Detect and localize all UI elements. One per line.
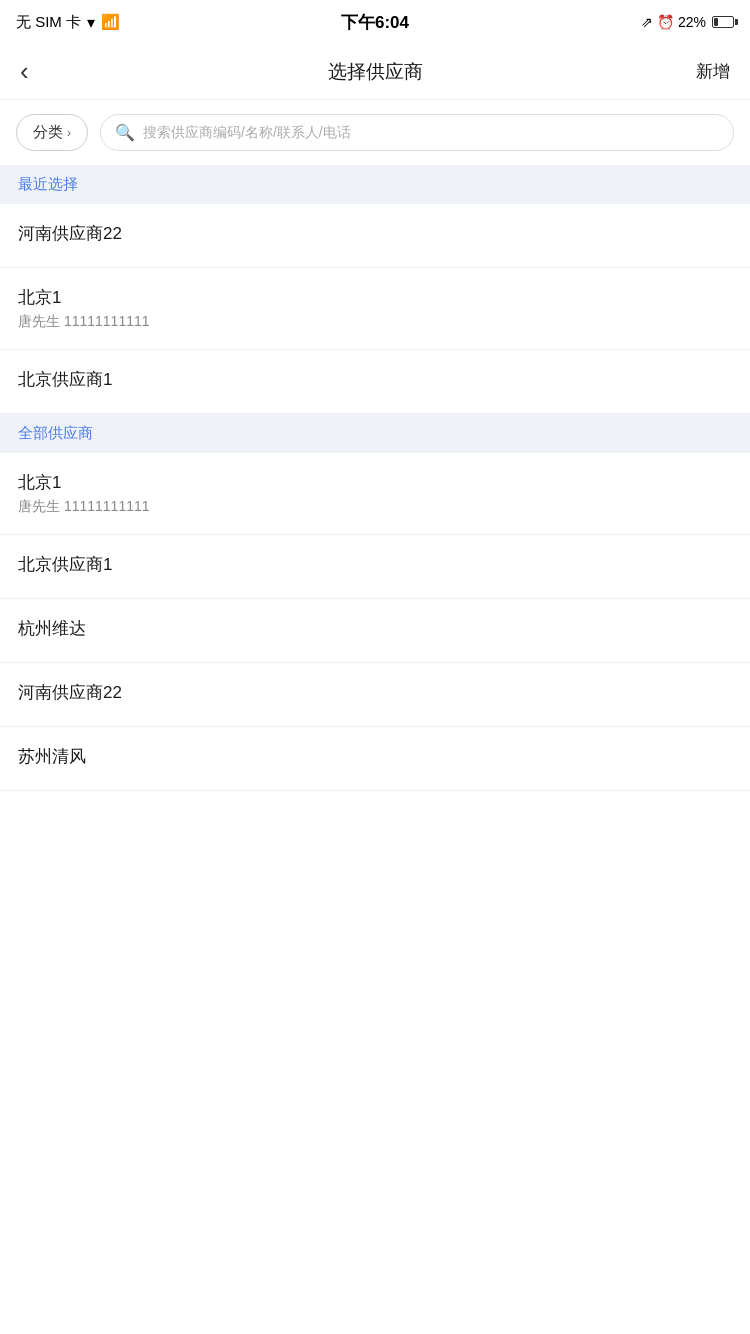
battery-percent: 22%	[678, 14, 706, 30]
list-item[interactable]: 苏州清风	[0, 727, 750, 791]
supplier-name: 北京1	[18, 286, 732, 309]
search-box[interactable]: 🔍 搜索供应商编码/名称/联系人/电话	[100, 114, 734, 151]
supplier-name: 苏州清风	[18, 745, 732, 768]
list-item[interactable]: 河南供应商22	[0, 663, 750, 727]
all-suppliers-list: 北京1 唐先生 11111111111 北京供应商1 杭州维达 河南供应商22 …	[0, 453, 750, 791]
search-icon: 🔍	[115, 123, 135, 142]
page-title: 选择供应商	[328, 59, 423, 85]
chevron-right-icon: ›	[67, 126, 71, 140]
alarm-icon: ⏰	[657, 14, 674, 30]
status-carrier: 无 SIM 卡 ▾ 📶	[16, 13, 120, 32]
category-label: 分类	[33, 123, 63, 142]
battery-icon	[712, 16, 734, 28]
list-item[interactable]: 河南供应商22	[0, 204, 750, 268]
wifi-icon: ▾	[87, 13, 95, 32]
status-indicators: ⇗ ⏰ 22%	[641, 14, 734, 30]
list-item[interactable]: 北京供应商1	[0, 535, 750, 599]
filter-bar: 分类 › 🔍 搜索供应商编码/名称/联系人/电话	[0, 100, 750, 165]
all-header-text: 全部供应商	[18, 424, 93, 441]
back-button[interactable]: ‹	[20, 56, 80, 87]
list-item[interactable]: 北京1 唐先生 11111111111	[0, 268, 750, 350]
supplier-name: 河南供应商22	[18, 681, 732, 704]
supplier-name: 河南供应商22	[18, 222, 732, 245]
supplier-name: 北京供应商1	[18, 368, 732, 391]
search-placeholder: 搜索供应商编码/名称/联系人/电话	[143, 124, 351, 142]
recent-section-header: 最近选择	[0, 165, 750, 204]
supplier-contact: 唐先生 11111111111	[18, 498, 732, 516]
wifi-symbol: 📶	[101, 13, 120, 31]
recent-list: 河南供应商22 北京1 唐先生 11111111111 北京供应商1	[0, 204, 750, 414]
status-time: 下午6:04	[341, 11, 409, 34]
supplier-name: 杭州维达	[18, 617, 732, 640]
supplier-name: 北京1	[18, 471, 732, 494]
nav-bar: ‹ 选择供应商 新增	[0, 44, 750, 100]
category-filter-button[interactable]: 分类 ›	[16, 114, 88, 151]
add-button[interactable]: 新增	[670, 60, 730, 83]
list-item[interactable]: 北京供应商1	[0, 350, 750, 414]
list-item[interactable]: 杭州维达	[0, 599, 750, 663]
supplier-contact: 唐先生 11111111111	[18, 313, 732, 331]
list-item[interactable]: 北京1 唐先生 11111111111	[0, 453, 750, 535]
supplier-name: 北京供应商1	[18, 553, 732, 576]
location-icon: ⇗	[641, 14, 653, 30]
recent-header-text: 最近选择	[18, 175, 78, 192]
all-section-header: 全部供应商	[0, 414, 750, 453]
status-bar: 无 SIM 卡 ▾ 📶 下午6:04 ⇗ ⏰ 22%	[0, 0, 750, 44]
